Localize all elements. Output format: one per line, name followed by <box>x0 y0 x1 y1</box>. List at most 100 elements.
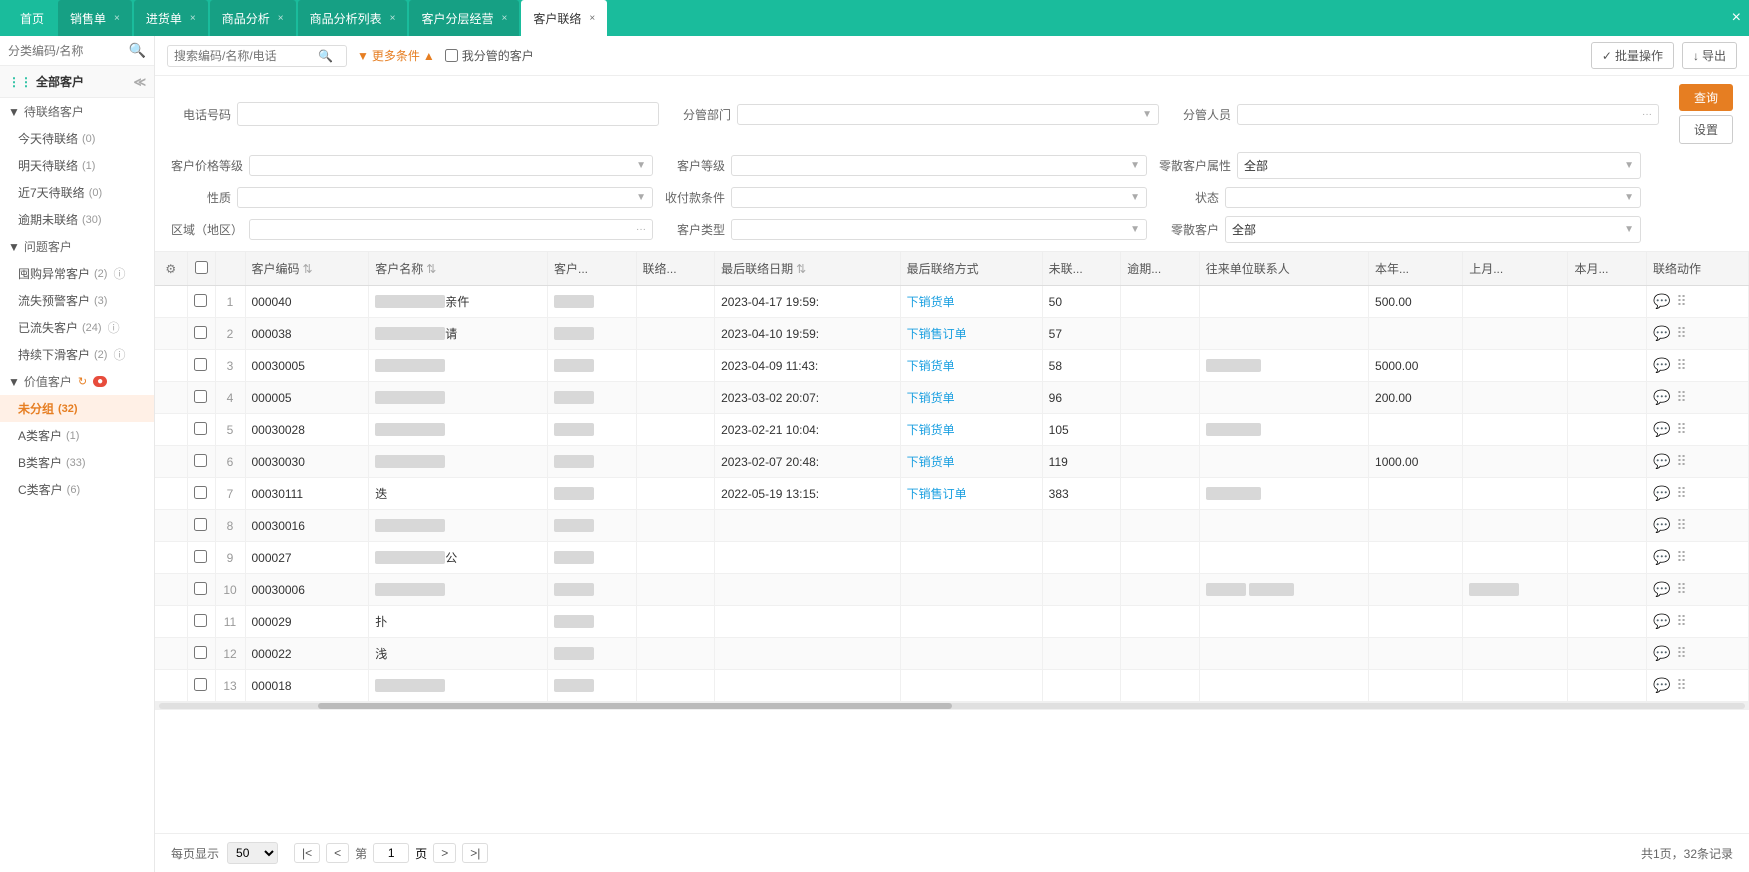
sidebar-item-churn-warning[interactable]: 流失预警客户 (3) <box>0 287 154 314</box>
more-action-icon[interactable]: ⠿ <box>1676 357 1686 374</box>
tab-purchase-close[interactable]: × <box>190 13 196 24</box>
call-icon[interactable]: 💬 <box>1653 677 1670 694</box>
filter-select-manager[interactable]: ··· <box>1237 104 1659 125</box>
call-icon[interactable]: 💬 <box>1653 421 1670 438</box>
sidebar-item-ungrouped[interactable]: 未分组 (32) <box>0 395 154 422</box>
row-checkbox[interactable] <box>194 550 207 563</box>
call-icon[interactable]: 💬 <box>1653 549 1670 566</box>
call-icon[interactable]: 💬 <box>1653 613 1670 630</box>
row-checkbox[interactable] <box>194 582 207 595</box>
row-checkbox[interactable] <box>194 326 207 339</box>
tab-home[interactable]: 首页 <box>8 0 56 36</box>
tab-sales-close[interactable]: × <box>114 13 120 24</box>
filter-select-retail-attr[interactable]: 全部 ▼ <box>1237 152 1641 179</box>
close-all-tabs[interactable]: × <box>1732 9 1741 27</box>
prev-page-btn[interactable]: < <box>326 843 349 863</box>
more-action-icon[interactable]: ⠿ <box>1676 421 1686 438</box>
filter-select-nature[interactable]: ▼ <box>237 187 653 208</box>
next-page-btn[interactable]: > <box>433 843 456 863</box>
filter-select-region[interactable]: ··· <box>249 219 653 240</box>
my-customer-checkbox[interactable] <box>445 49 458 62</box>
row-checkbox[interactable] <box>194 358 207 371</box>
row-checkbox[interactable] <box>194 678 207 691</box>
row-checkbox[interactable] <box>194 294 207 307</box>
more-action-icon[interactable]: ⠿ <box>1676 549 1686 566</box>
filter-select-status[interactable]: ▼ <box>1225 187 1641 208</box>
more-action-icon[interactable]: ⠿ <box>1676 325 1686 342</box>
more-conditions-btn[interactable]: ▼ 更多条件 ▲ <box>357 47 435 64</box>
sidebar-item-hoarding[interactable]: 囤购异常客户 (2) ⓘ <box>0 260 154 287</box>
contact-method-link[interactable]: 下销货单 <box>907 455 955 469</box>
select-all-checkbox[interactable] <box>195 261 208 274</box>
sidebar-item-overdue[interactable]: 逾期未联络 (30) <box>0 206 154 233</box>
more-action-icon[interactable]: ⠿ <box>1676 389 1686 406</box>
call-icon[interactable]: 💬 <box>1653 581 1670 598</box>
sidebar-all-customers[interactable]: ⋮⋮ 全部客户 ≪ <box>0 66 154 98</box>
row-checkbox[interactable] <box>194 518 207 531</box>
sidebar-group-pending[interactable]: ▼ 待联络客户 <box>0 98 154 125</box>
search-icon[interactable]: 🔍 <box>318 49 333 63</box>
sort-icon-code[interactable]: ⇅ <box>303 262 313 276</box>
contact-method-link[interactable]: 下销货单 <box>907 423 955 437</box>
filter-input-phone[interactable] <box>237 102 659 126</box>
sidebar-item-class-a[interactable]: A类客户 (1) <box>0 422 154 449</box>
filter-select-dept[interactable]: ▼ <box>737 104 1159 125</box>
query-btn[interactable]: 查询 <box>1679 84 1733 111</box>
sidebar-item-class-c[interactable]: C类客户 (6) <box>0 476 154 503</box>
row-checkbox[interactable] <box>194 454 207 467</box>
my-customer-filter[interactable]: 我分管的客户 <box>445 47 534 64</box>
filter-select-payment[interactable]: ▼ <box>731 187 1147 208</box>
tab-customer-contact[interactable]: 客户联络 × <box>521 0 607 36</box>
last-page-btn[interactable]: >| <box>462 843 488 863</box>
filter-select-customer-level[interactable]: ▼ <box>731 155 1147 176</box>
call-icon[interactable]: 💬 <box>1653 293 1670 310</box>
call-icon[interactable]: 💬 <box>1653 325 1670 342</box>
reset-btn[interactable]: 设置 <box>1679 115 1733 144</box>
more-action-icon[interactable]: ⠿ <box>1676 485 1686 502</box>
sidebar-group-value[interactable]: ▼ 价值客户 ↻ ● <box>0 368 154 395</box>
filter-select-retail-customer[interactable]: 全部 ▼ <box>1225 216 1641 243</box>
tab-sales[interactable]: 销售单 × <box>58 0 132 36</box>
first-page-btn[interactable]: |< <box>294 843 320 863</box>
call-icon[interactable]: 💬 <box>1653 357 1670 374</box>
more-action-icon[interactable]: ⠿ <box>1676 517 1686 534</box>
call-icon[interactable]: 💬 <box>1653 517 1670 534</box>
contact-method-link[interactable]: 下销货单 <box>907 391 955 405</box>
row-checkbox[interactable] <box>194 614 207 627</box>
page-input[interactable] <box>373 843 409 863</box>
tab-purchase[interactable]: 进货单 × <box>134 0 208 36</box>
sidebar-search-input[interactable] <box>8 44 125 58</box>
more-action-icon[interactable]: ⠿ <box>1676 677 1686 694</box>
col-settings[interactable]: ⚙ <box>155 252 187 286</box>
sort-icon-name[interactable]: ⇅ <box>426 262 436 276</box>
sidebar-item-7days[interactable]: 近7天待联络 (0) <box>0 179 154 206</box>
call-icon[interactable]: 💬 <box>1653 645 1670 662</box>
contact-method-link[interactable]: 下销售订单 <box>907 487 967 501</box>
contact-method-link[interactable]: 下销售订单 <box>907 327 967 341</box>
page-size-select[interactable]: 50 100 <box>227 842 278 864</box>
tab-customer-segment-close[interactable]: × <box>501 13 507 24</box>
sidebar-collapse-icon[interactable]: ≪ <box>133 75 146 89</box>
more-action-icon[interactable]: ⠿ <box>1676 293 1686 310</box>
call-icon[interactable]: 💬 <box>1653 453 1670 470</box>
tab-customer-segment[interactable]: 客户分层经营 × <box>409 0 519 36</box>
tab-customer-contact-close[interactable]: × <box>589 13 595 24</box>
filter-select-price-level[interactable]: ▼ <box>249 155 653 176</box>
row-checkbox[interactable] <box>194 646 207 659</box>
tab-goods-analysis[interactable]: 商品分析 × <box>210 0 296 36</box>
row-checkbox[interactable] <box>194 390 207 403</box>
sort-icon-date[interactable]: ⇅ <box>796 262 806 276</box>
refresh-icon[interactable]: ↻ <box>78 375 87 388</box>
sidebar-item-today[interactable]: 今天待联络 (0) <box>0 125 154 152</box>
call-icon[interactable]: 💬 <box>1653 485 1670 502</box>
horizontal-scrollbar[interactable] <box>155 702 1749 710</box>
more-action-icon[interactable]: ⠿ <box>1676 581 1686 598</box>
call-icon[interactable]: 💬 <box>1653 389 1670 406</box>
contact-method-link[interactable]: 下销货单 <box>907 295 955 309</box>
scroll-thumb[interactable] <box>318 703 952 709</box>
tab-goods-analysis-close[interactable]: × <box>278 13 284 24</box>
batch-operation-btn[interactable]: ✓ 批量操作 <box>1591 42 1674 69</box>
filter-select-customer-type[interactable]: ▼ <box>731 219 1147 240</box>
sidebar-item-churned[interactable]: 已流失客户 (24) ⓘ <box>0 314 154 341</box>
sidebar-group-problem[interactable]: ▼ 问题客户 <box>0 233 154 260</box>
